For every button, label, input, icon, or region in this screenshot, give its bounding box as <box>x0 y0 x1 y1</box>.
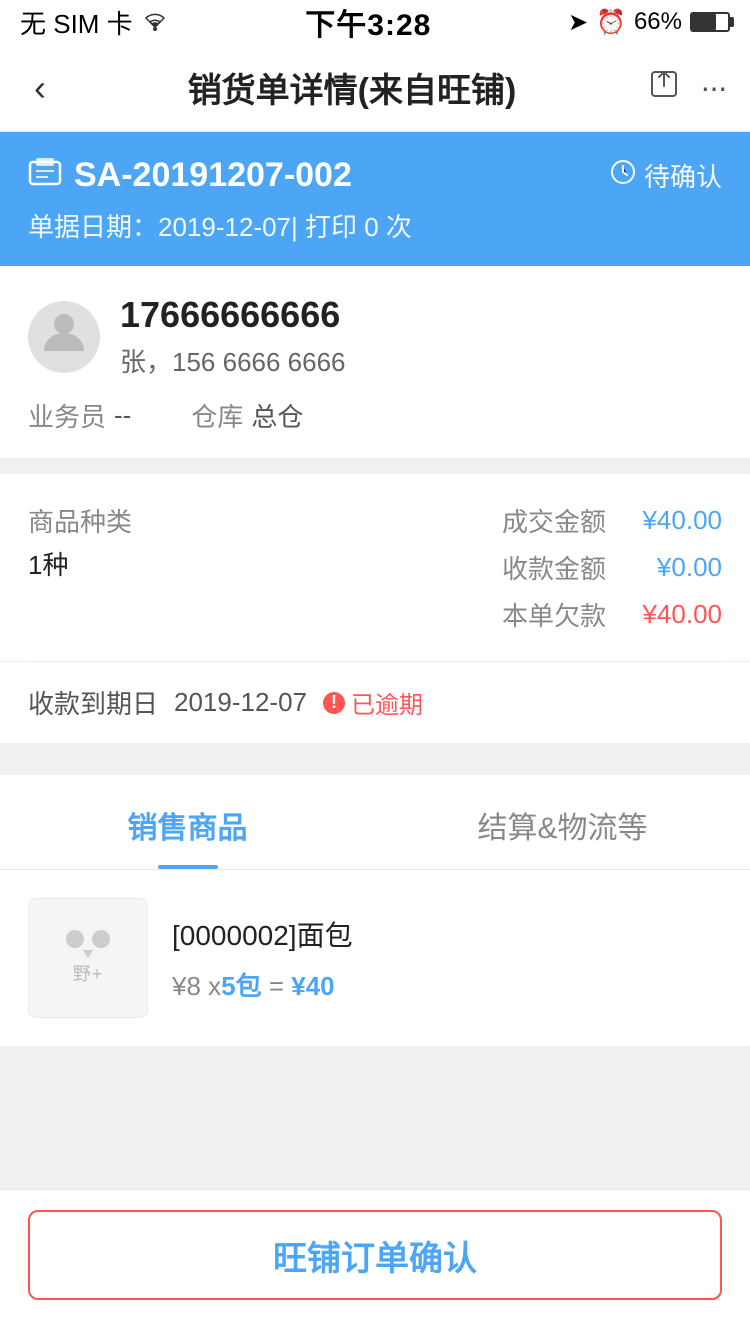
deal-amount-label: 成交金额 <box>502 502 606 539</box>
nav-actions: ··· <box>648 68 726 108</box>
product-name: [0000002]面包 <box>172 914 722 954</box>
customer-card: 17666666666 张，156 6666 6666 业务员 -- 仓库 总仓 <box>0 266 750 458</box>
owl-eyes <box>66 930 110 948</box>
owl-text: 野+ <box>73 960 104 986</box>
product-thumbnail: 野+ <box>28 898 148 1018</box>
battery-icon <box>690 12 730 32</box>
nav-bar: ‹ 销货单详情(来自旺铺) ··· <box>0 44 750 132</box>
brand-logo: 野+ <box>66 930 110 986</box>
divider-2 <box>0 743 750 759</box>
deal-amount-value: ¥40.00 <box>622 505 722 536</box>
status-text: 待确认 <box>644 157 722 194</box>
sales-label: 业务员 <box>28 397 106 434</box>
summary-card: 商品种类 1种 成交金额 ¥40.00 收款金额 ¥0.00 本单欠款 ¥40.… <box>0 474 750 661</box>
category-value: 1种 <box>28 545 132 582</box>
wifi-icon <box>141 7 169 38</box>
warehouse-meta: 仓库 总仓 <box>191 397 303 434</box>
received-value: ¥0.00 <box>622 552 722 583</box>
balance-label: 本单欠款 <box>502 596 606 633</box>
carrier-text: 无 SIM 卡 <box>20 4 133 41</box>
order-id: SA-20191207-002 <box>28 156 352 195</box>
category-label: 商品种类 <box>28 502 132 539</box>
status-right: ➤ ⏰ 66% <box>568 8 730 37</box>
overdue-badge: ! 已逾期 <box>323 685 423 720</box>
product-info: [0000002]面包 ¥8 x5包 = ¥40 <box>172 914 722 1003</box>
order-header: SA-20191207-002 待确认 单据日期：2019-12-07| 打印 … <box>0 132 750 266</box>
customer-info: 17666666666 张，156 6666 6666 <box>120 294 346 379</box>
back-button[interactable]: ‹ <box>24 57 56 119</box>
battery-percent: 66% <box>634 8 682 36</box>
avatar-icon <box>39 306 89 367</box>
warehouse-label: 仓库 <box>191 397 243 434</box>
order-date-row: 单据日期：2019-12-07| 打印 0 次 <box>28 207 722 244</box>
due-date-label: 收款到期日 <box>28 684 158 721</box>
status-time: 下午3:28 <box>305 0 431 44</box>
confirm-order-button[interactable]: 旺铺订单确认 <box>28 1210 722 1300</box>
alarm-icon: ⏰ <box>596 8 626 37</box>
product-price-row: ¥8 x5包 = ¥40 <box>172 966 722 1003</box>
avatar <box>28 301 100 373</box>
overdue-text: 已逾期 <box>351 685 423 720</box>
order-icon <box>28 158 62 194</box>
date-label: 单据日期： <box>28 212 158 242</box>
status-bar: 无 SIM 卡 下午3:28 ➤ ⏰ 66% <box>0 0 750 44</box>
location-icon: ➤ <box>568 8 588 37</box>
status-left: 无 SIM 卡 <box>20 4 169 41</box>
order-date: 2019-12-07 <box>158 212 291 242</box>
order-id-text: SA-20191207-002 <box>74 156 352 195</box>
tab-sales-products[interactable]: 销售商品 <box>0 775 375 869</box>
summary-right: 成交金额 ¥40.00 收款金额 ¥0.00 本单欠款 ¥40.00 <box>502 502 722 633</box>
sales-meta: 业务员 -- <box>28 397 131 434</box>
owl-beak <box>83 950 93 958</box>
owl-right-eye <box>92 930 110 948</box>
equals-sign: = <box>262 971 292 1001</box>
tab-settlement[interactable]: 结算&物流等 <box>375 775 750 869</box>
product-qty: 5包 <box>221 971 261 1001</box>
warehouse-value: 总仓 <box>251 397 303 434</box>
due-date-row: 收款到期日 2019-12-07 ! 已逾期 <box>0 662 750 743</box>
overdue-icon: ! <box>323 692 345 714</box>
customer-row: 17666666666 张，156 6666 6666 <box>28 294 722 379</box>
received-row: 收款金额 ¥0.00 <box>502 549 722 586</box>
clock-icon <box>610 159 636 192</box>
customer-name: 张，156 6666 6666 <box>120 342 346 379</box>
product-list: 野+ [0000002]面包 ¥8 x5包 = ¥40 <box>0 870 750 1046</box>
sales-value: -- <box>114 400 131 431</box>
summary-left: 商品种类 1种 <box>28 502 132 582</box>
product-total: ¥40 <box>291 971 334 1001</box>
order-status: 待确认 <box>610 157 722 194</box>
bottom-bar: 旺铺订单确认 <box>0 1189 750 1334</box>
page-title: 销货单详情(来自旺铺) <box>188 63 517 112</box>
owl-left-eye <box>66 930 84 948</box>
product-price: ¥8 x <box>172 971 221 1001</box>
table-row: 野+ [0000002]面包 ¥8 x5包 = ¥40 <box>0 870 750 1046</box>
balance-row: 本单欠款 ¥40.00 <box>502 596 722 633</box>
deal-amount-row: 成交金额 ¥40.00 <box>502 502 722 539</box>
due-date-value: 2019-12-07 <box>174 687 307 718</box>
share-button[interactable] <box>648 68 680 108</box>
customer-meta: 业务员 -- 仓库 总仓 <box>28 397 722 434</box>
balance-value: ¥40.00 <box>622 599 722 630</box>
received-label: 收款金额 <box>502 549 606 586</box>
customer-phone: 17666666666 <box>120 294 346 336</box>
more-button[interactable]: ··· <box>700 69 726 106</box>
divider-1 <box>0 458 750 474</box>
print-label: | 打印 0 次 <box>291 212 412 242</box>
tabs-bar: 销售商品 结算&物流等 <box>0 775 750 870</box>
